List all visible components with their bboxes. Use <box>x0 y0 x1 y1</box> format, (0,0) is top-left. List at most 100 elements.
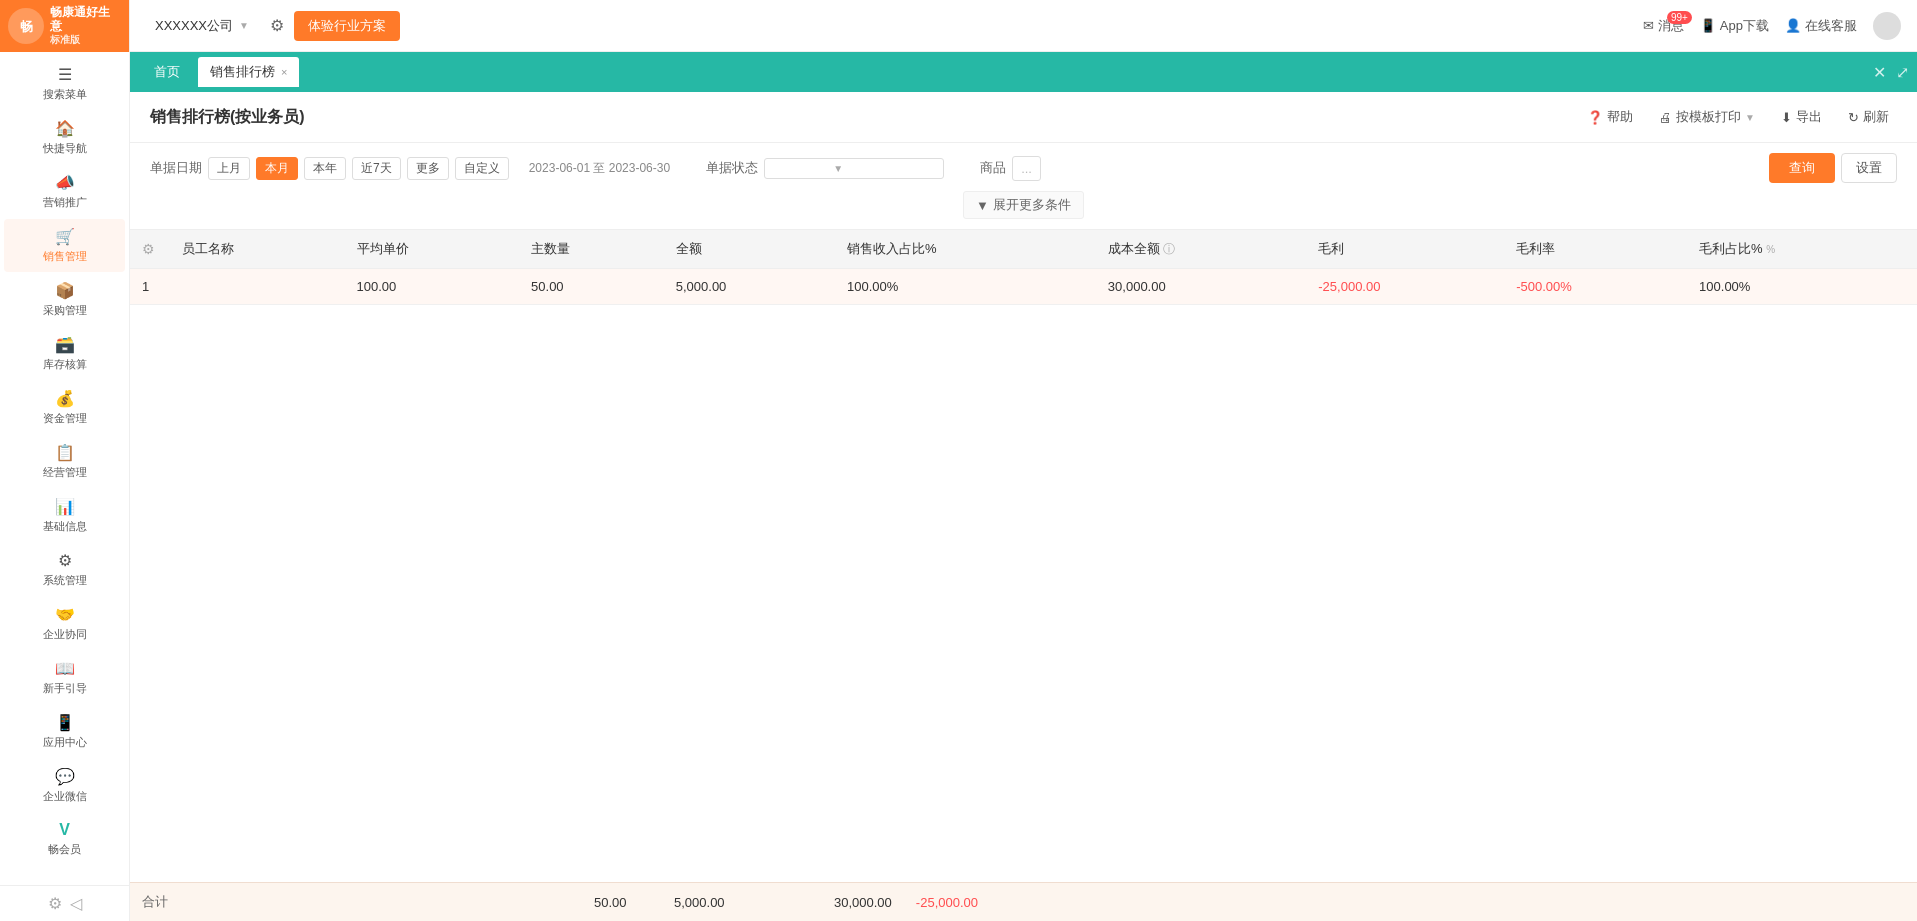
this-month-btn[interactable]: 本月 <box>256 157 298 180</box>
sidebar-item-member[interactable]: V 畅会员 <box>4 813 125 865</box>
cell-gross-rate: -500.00% <box>1504 269 1687 305</box>
message-button[interactable]: ✉ 消息 99+ <box>1643 17 1684 35</box>
settings-bottom-icon[interactable]: ⚙ <box>48 894 62 913</box>
avatar[interactable] <box>1873 12 1901 40</box>
col-name: 员工名称 <box>170 230 345 269</box>
query-button[interactable]: 查询 <box>1769 153 1835 183</box>
table-area: ⚙ 员工名称 平均单价 主数量 全额 <box>130 230 1917 882</box>
sidebar-bottom: ⚙ ◁ <box>0 885 129 921</box>
last-month-btn[interactable]: 上月 <box>208 157 250 180</box>
sidebar-item-enterprise[interactable]: 🤝 企业协同 <box>4 597 125 650</box>
table-footer: 合计 50.00 5,000.00 30,000.00 -25,000.00 <box>130 882 1917 921</box>
collapse-icon[interactable]: ◁ <box>70 894 82 913</box>
col-gross: 毛利 <box>1306 230 1504 269</box>
print-arrow-icon: ▼ <box>1745 112 1755 123</box>
print-button[interactable]: 🖨 按模板打印 ▼ <box>1651 104 1763 130</box>
tab-close-icon[interactable]: × <box>281 66 287 78</box>
search-menu-icon: ☰ <box>58 65 72 84</box>
tab-close-all-icon[interactable]: ✕ <box>1873 63 1886 82</box>
cell-rank: 1 <box>130 269 170 305</box>
settings-button[interactable]: 设置 <box>1841 153 1897 183</box>
tab-expand-icon[interactable]: ⤢ <box>1896 63 1909 82</box>
message-badge: 99+ <box>1667 11 1692 24</box>
cell-qty: 50.00 <box>519 269 664 305</box>
sidebar-item-system[interactable]: ⚙ 系统管理 <box>4 543 125 596</box>
goods-filter: 商品 ... <box>980 156 1041 181</box>
inventory-icon: 🗃️ <box>55 335 75 354</box>
refresh-icon: ↻ <box>1848 110 1859 125</box>
sidebar-item-quick-nav[interactable]: 🏠 快捷导航 <box>4 111 125 164</box>
tab-home[interactable]: 首页 <box>138 57 196 87</box>
tabbar-right: ✕ ⤢ <box>1873 63 1909 82</box>
app-download-button[interactable]: 📱 App下载 <box>1700 17 1769 35</box>
export-icon: ⬇ <box>1781 110 1792 125</box>
logo-icon: 畅 <box>8 8 44 44</box>
content-area: 销售排行榜(按业务员) ❓ 帮助 🖨 按模板打印 ▼ ⬇ 导出 ↻ 刷新 <box>130 92 1917 921</box>
col-settings-icon[interactable]: ⚙ <box>142 241 155 257</box>
sidebar-item-sales[interactable]: 🛒 销售管理 <box>4 219 125 272</box>
status-select[interactable]: ▼ <box>764 158 944 179</box>
operations-icon: 📋 <box>55 443 75 462</box>
print-icon: 🖨 <box>1659 110 1672 125</box>
col-sales-pct: 销售收入占比% <box>835 230 1096 269</box>
more-btn[interactable]: 更多 <box>407 157 449 180</box>
this-year-btn[interactable]: 本年 <box>304 157 346 180</box>
expand-conditions-btn[interactable]: ▼ 展开更多条件 <box>963 191 1084 219</box>
col-qty: 主数量 <box>519 230 664 269</box>
tab-sales-ranking[interactable]: 销售排行榜 × <box>198 57 299 87</box>
topbar-gear-icon[interactable]: ⚙ <box>270 16 284 35</box>
last7-btn[interactable]: 近7天 <box>352 157 401 180</box>
sidebar-item-inventory[interactable]: 🗃️ 库存核算 <box>4 327 125 380</box>
sidebar-nav: ☰ 搜索菜单 🏠 快捷导航 📣 营销推广 🛒 销售管理 📦 采购管理 🗃️ 库存… <box>0 52 129 885</box>
help-button[interactable]: ❓ 帮助 <box>1579 104 1641 130</box>
company-name: XXXXXX公司 <box>155 17 233 35</box>
goods-input[interactable]: ... <box>1012 156 1041 181</box>
table-row: 1 100.00 50.00 5,000.00 100.00% 30,000.0… <box>130 269 1917 305</box>
sidebar: 畅 畅康通好生意 标准版 ☰ 搜索菜单 🏠 快捷导航 📣 营销推广 🛒 销售管理… <box>0 0 130 921</box>
app-logo: 畅 畅康通好生意 标准版 <box>0 0 129 52</box>
company-arrow-icon: ▼ <box>239 20 249 31</box>
online-service-button[interactable]: 👤 在线客服 <box>1785 17 1857 35</box>
refresh-button[interactable]: ↻ 刷新 <box>1840 104 1897 130</box>
app-icon: 📱 <box>1700 18 1716 33</box>
sidebar-item-basic-info[interactable]: 📊 基础信息 <box>4 489 125 542</box>
logo-text: 畅康通好生意 标准版 <box>50 5 121 48</box>
page-title: 销售排行榜(按业务员) <box>150 107 305 128</box>
tabbar: 首页 销售排行榜 × ✕ ⤢ <box>130 52 1917 92</box>
goods-filter-label: 商品 <box>980 159 1006 177</box>
expand-row: ▼ 展开更多条件 <box>150 191 1897 219</box>
service-icon: 👤 <box>1785 18 1801 33</box>
wechat-icon: 💬 <box>55 767 75 786</box>
date-filter: 单据日期 上月 本月 本年 近7天 更多 自定义 <box>150 157 509 180</box>
page-actions: ❓ 帮助 🖨 按模板打印 ▼ ⬇ 导出 ↻ 刷新 <box>1579 104 1897 130</box>
help-icon: ❓ <box>1587 110 1603 125</box>
purchase-icon: 📦 <box>55 281 75 300</box>
home-icon: 🏠 <box>55 119 75 138</box>
company-selector[interactable]: XXXXXX公司 ▼ <box>146 12 258 40</box>
main-area: XXXXXX公司 ▼ ⚙ 体验行业方案 ✉ 消息 99+ 📱 App下载 👤 在… <box>130 0 1917 921</box>
sidebar-item-wechat[interactable]: 💬 企业微信 <box>4 759 125 812</box>
sidebar-item-finance[interactable]: 💰 资金管理 <box>4 381 125 434</box>
sidebar-item-marketing[interactable]: 📣 营销推广 <box>4 165 125 218</box>
sidebar-item-purchase[interactable]: 📦 采购管理 <box>4 273 125 326</box>
table-header-row: ⚙ 员工名称 平均单价 主数量 全额 <box>130 230 1917 269</box>
sidebar-item-apps[interactable]: 📱 应用中心 <box>4 705 125 758</box>
cost-info-icon[interactable]: ⓘ <box>1163 242 1175 256</box>
col-gross-pct: 毛利占比% % <box>1687 230 1917 269</box>
cell-gross: -25,000.00 <box>1306 269 1504 305</box>
cell-avg-price: 100.00 <box>345 269 520 305</box>
col-settings: ⚙ <box>130 230 170 269</box>
col-cost: 成本全额 ⓘ <box>1096 230 1306 269</box>
sidebar-item-guide[interactable]: 📖 新手引导 <box>4 651 125 704</box>
enterprise-icon: 🤝 <box>55 605 75 624</box>
sidebar-item-operations[interactable]: 📋 经营管理 <box>4 435 125 488</box>
try-button[interactable]: 体验行业方案 <box>294 11 400 41</box>
export-button[interactable]: ⬇ 导出 <box>1773 104 1830 130</box>
marketing-icon: 📣 <box>55 173 75 192</box>
footer-qty-val: 50.00 <box>582 895 662 910</box>
custom-btn[interactable]: 自定义 <box>455 157 509 180</box>
cell-gross-pct: 100.00% <box>1687 269 1917 305</box>
sidebar-item-search[interactable]: ☰ 搜索菜单 <box>4 57 125 110</box>
cell-cost: 30,000.00 <box>1096 269 1306 305</box>
ranking-table: ⚙ 员工名称 平均单价 主数量 全额 <box>130 230 1917 305</box>
